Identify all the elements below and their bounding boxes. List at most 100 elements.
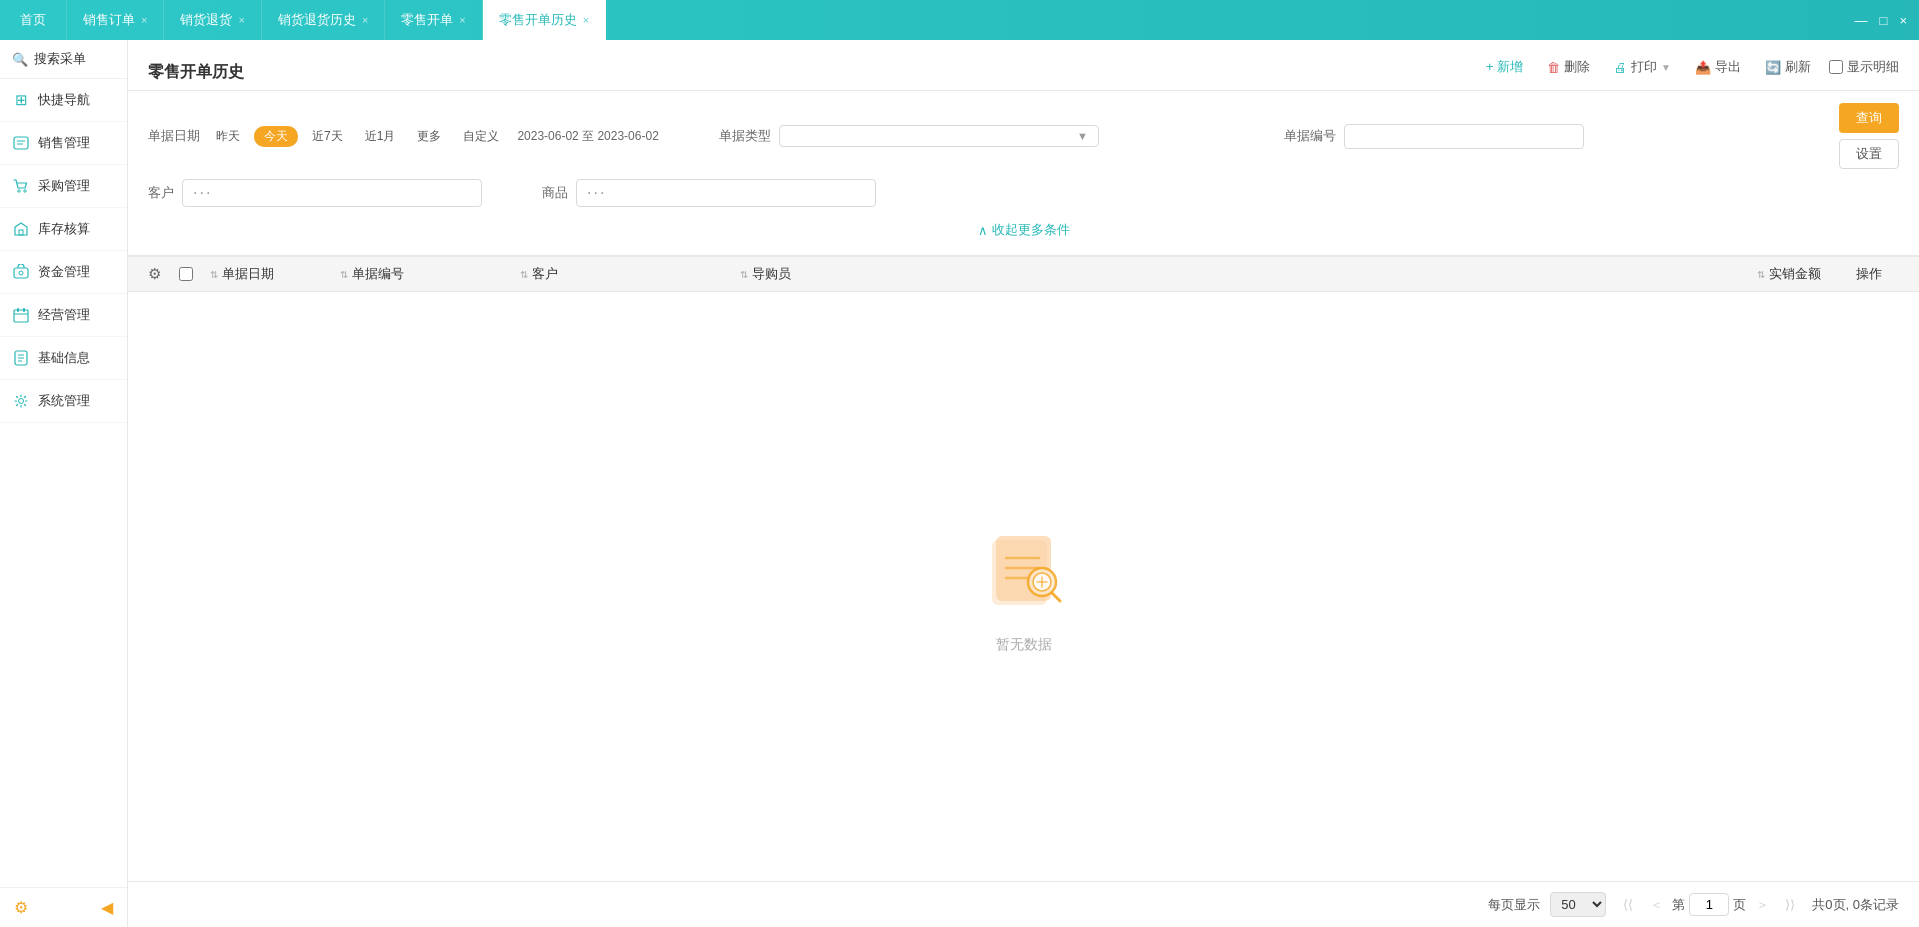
show-detail-checkbox[interactable]: 显示明细 [1829,58,1899,76]
col-num-label: 单据编号 [352,265,404,283]
sidebar-item-purchase-mgmt[interactable]: 采购管理 [0,165,127,208]
per-page-select[interactable]: 50 10 20 100 [1550,892,1606,917]
sidebar-item-finance[interactable]: 资金管理 [0,251,127,294]
sidebar-item-sales-mgmt-label: 销售管理 [38,134,90,152]
pagination: 每页显示 50 10 20 100 ⟨⟨ ＜ 第 页 ＞ ⟩⟩ 共0页, 0条记… [128,881,1919,927]
close-button[interactable]: × [1899,13,1907,28]
filter-goods: 商品 ··· [542,179,876,207]
svg-rect-0 [14,137,28,149]
sidebar-item-operations[interactable]: 经营管理 [0,294,127,337]
show-detail-label: 显示明细 [1847,58,1899,76]
tab-sales-return-close[interactable]: × [238,14,244,26]
tab-sales-order-close[interactable]: × [141,14,147,26]
svg-point-15 [19,399,24,404]
svg-rect-5 [19,230,23,235]
tab-retail-open-close[interactable]: × [459,14,465,26]
customer-label: 客户 [148,184,174,202]
sidebar-item-basic-info[interactable]: 基础信息 [0,337,127,380]
collapse-label: 收起更多条件 [992,221,1070,239]
page-number-input[interactable] [1689,893,1729,916]
col-header-date: ⇅ 单据日期 [202,265,332,283]
basic-info-icon [12,349,30,367]
sidebar-item-finance-label: 资金管理 [38,263,90,281]
date-custom[interactable]: 自定义 [455,126,507,147]
tab-home[interactable]: 首页 [0,0,67,40]
date-more[interactable]: 更多 [409,126,449,147]
tab-sales-return-history-label: 销货退货历史 [278,11,356,29]
delete-icon: 🗑 [1547,60,1560,75]
svg-point-4 [24,190,26,192]
sidebar-item-sales-mgmt[interactable]: 销售管理 [0,122,127,165]
window-controls: — □ × [1843,13,1919,28]
sidebar-item-inventory[interactable]: 库存核算 [0,208,127,251]
settings-button[interactable]: 设置 [1839,139,1899,169]
prev-page-button[interactable]: ＜ [1644,893,1668,917]
sort-icon-num[interactable]: ⇅ [340,269,348,280]
sidebar-item-quick-nav[interactable]: ⊞ 快捷导航 [0,79,127,122]
last-page-button[interactable]: ⟩⟩ [1778,893,1802,917]
column-settings-icon[interactable]: ⚙ [138,265,170,283]
filter-type: 单据类型 ▼ [719,125,1244,147]
filter-date: 单据日期 昨天 今天 近7天 近1月 更多 自定义 2023-06-02 至 2… [148,126,659,147]
settings-icon[interactable]: ⚙ [14,898,28,917]
tab-sales-order[interactable]: 销售订单 × [67,0,164,40]
maximize-button[interactable]: □ [1880,13,1888,28]
customer-select[interactable]: ··· [182,179,482,207]
minimize-button[interactable]: — [1855,13,1868,28]
tab-sales-return[interactable]: 销货退货 × [164,0,261,40]
sort-icon-customer[interactable]: ⇅ [520,269,528,280]
tab-retail-open-history[interactable]: 零售开单历史 × [483,0,606,40]
select-all-checkbox[interactable] [179,267,193,281]
collapse-icon[interactable]: ◀ [101,898,113,917]
next-page-button[interactable]: ＞ [1750,893,1774,917]
tab-retail-open-history-close[interactable]: × [583,14,589,26]
tab-sales-return-history-close[interactable]: × [362,14,368,26]
svg-rect-9 [17,308,19,312]
refresh-label: 刷新 [1785,58,1811,76]
tab-retail-open[interactable]: 零售开单 × [385,0,482,40]
tab-sales-order-label: 销售订单 [83,11,135,29]
date-yesterday[interactable]: 昨天 [208,126,248,147]
page-header: 零售开单历史 + 新增 🗑 删除 🖨 打印 ▼ 📤 导出 🔄 [128,40,1919,91]
type-select[interactable]: ▼ [779,125,1099,147]
first-page-button[interactable]: ⟨⟨ [1616,893,1640,917]
sort-icon-amount[interactable]: ⇅ [1757,269,1765,280]
tab-bar: 首页 销售订单 × 销货退货 × 销货退货历史 × 零售开单 × 零售开单历史 … [0,0,1843,40]
print-button[interactable]: 🖨 打印 ▼ [1608,54,1677,80]
collapse-more-btn[interactable]: ∧ 收起更多条件 [148,217,1899,243]
top-bar: 首页 销售订单 × 销货退货 × 销货退货历史 × 零售开单 × 零售开单历史 … [0,0,1919,40]
export-button[interactable]: 📤 导出 [1689,54,1747,80]
toolbar: + 新增 🗑 删除 🖨 打印 ▼ 📤 导出 🔄 刷新 [1480,54,1899,90]
sidebar-search[interactable]: 🔍 搜索采单 [0,40,127,79]
sort-icon-date[interactable]: ⇅ [210,269,218,280]
filter-panel: 单据日期 昨天 今天 近7天 近1月 更多 自定义 2023-06-02 至 2… [128,91,1919,256]
sort-icon-guide[interactable]: ⇅ [740,269,748,280]
sidebar-item-system[interactable]: 系统管理 [0,380,127,423]
quick-nav-icon: ⊞ [12,91,30,109]
col-customer-label: 客户 [532,265,558,283]
export-label: 导出 [1715,58,1741,76]
svg-rect-10 [23,308,25,312]
print-icon: 🖨 [1614,60,1627,75]
date-today[interactable]: 今天 [254,126,298,147]
num-input[interactable] [1344,124,1584,149]
header-checkbox[interactable] [170,267,202,281]
date-label: 单据日期 [148,127,200,145]
tab-sales-return-history[interactable]: 销货退货历史 × [262,0,385,40]
sidebar-search-label: 搜索采单 [34,50,86,68]
add-button[interactable]: + 新增 [1480,54,1529,80]
goods-select[interactable]: ··· [576,179,876,207]
date-month[interactable]: 近1月 [357,126,404,147]
delete-button[interactable]: 🗑 删除 [1541,54,1596,80]
goods-label: 商品 [542,184,568,202]
search-icon: 🔍 [12,52,28,67]
date-7days[interactable]: 近7天 [304,126,351,147]
col-action-label: 操作 [1856,265,1882,283]
collapse-up-icon: ∧ [978,223,988,238]
date-range-value: 2023-06-02 至 2023-06-02 [517,128,658,145]
refresh-button[interactable]: 🔄 刷新 [1759,54,1817,80]
show-detail-input[interactable] [1829,60,1843,74]
svg-rect-8 [14,310,28,322]
query-button[interactable]: 查询 [1839,103,1899,133]
operations-icon [12,306,30,324]
